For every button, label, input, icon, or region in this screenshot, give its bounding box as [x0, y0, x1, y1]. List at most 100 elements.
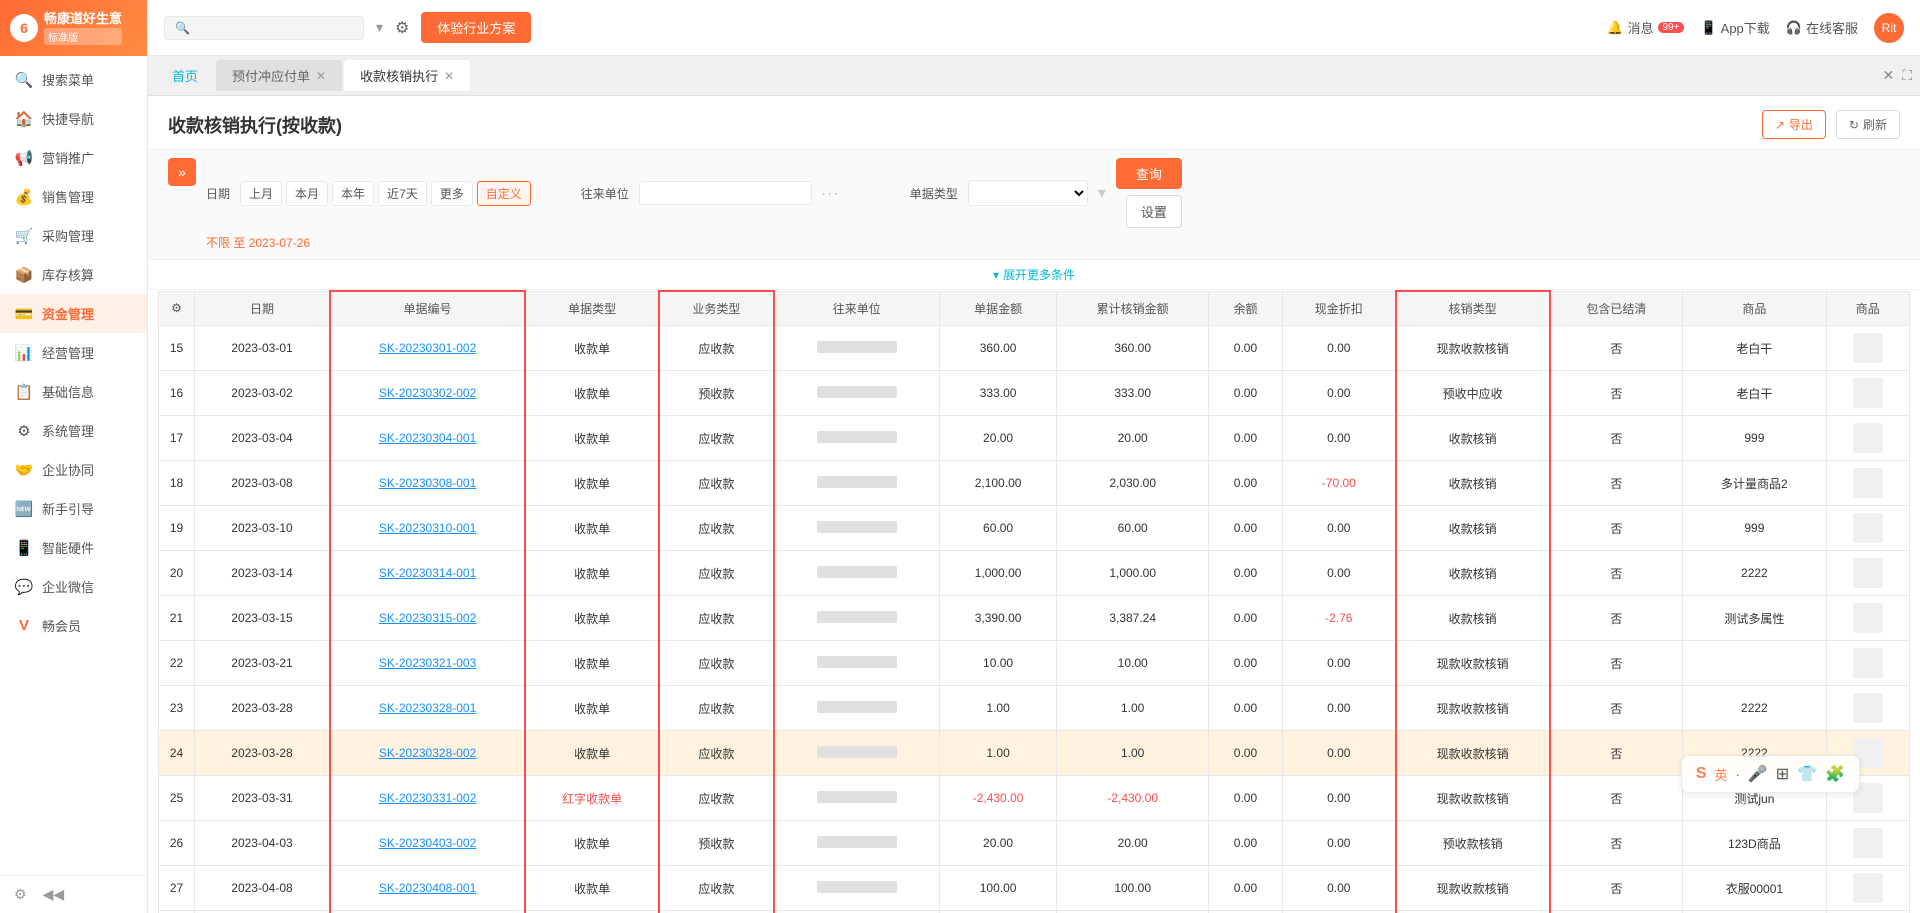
doc-no-link[interactable]: SK-20230328-002 — [379, 746, 476, 760]
topbar-right: 🔔 消息 99+ 📱 App下载 🎧 在线客服 Rit — [1607, 13, 1904, 43]
col-balance[interactable]: 余额 — [1209, 291, 1283, 326]
date-label: 日期 — [206, 185, 230, 202]
tab-collection-close-icon[interactable]: ✕ — [444, 69, 454, 83]
watermark-puzzle-icon[interactable]: 🧩 — [1825, 764, 1845, 784]
col-doc-no[interactable]: 单据编号 — [330, 291, 525, 326]
date-btn-custom[interactable]: 自定义 — [477, 181, 531, 206]
refresh-button[interactable]: ↻ 刷新 — [1836, 110, 1900, 139]
cell-biz-type: 应收款 — [659, 776, 773, 821]
cell-date: 2023-03-28 — [195, 686, 330, 731]
cell-product2 — [1826, 551, 1909, 596]
cell-doc-type: 红字收款单 — [525, 776, 659, 821]
filter-toggle-btn[interactable]: » — [168, 158, 196, 186]
col-biz-type[interactable]: 业务类型 — [659, 291, 773, 326]
bottom-settings-icon[interactable]: ⚙ — [14, 886, 27, 903]
doc-no-link[interactable]: SK-20230308-001 — [379, 476, 476, 490]
col-settings[interactable]: ⚙ — [159, 291, 195, 326]
cell-doc-no: SK-20230408-001 — [330, 866, 525, 911]
cell-include-settled: 否 — [1550, 866, 1683, 911]
sidebar-item-system[interactable]: ⚙ 系统管理 — [0, 411, 147, 450]
doc-no-link[interactable]: SK-20230310-001 — [379, 521, 476, 535]
cell-product: 999 — [1683, 416, 1826, 461]
cell-amount: 360.00 — [939, 326, 1056, 371]
sidebar-item-search[interactable]: 🔍 搜索菜单 — [0, 60, 147, 99]
counterpart-dots[interactable]: ··· — [822, 186, 840, 200]
sidebar-item-guide[interactable]: 🆕 新手引导 — [0, 489, 147, 528]
cell-counterpart — [774, 326, 940, 371]
notification-item[interactable]: 🔔 消息 99+ — [1607, 18, 1684, 37]
col-include-settled[interactable]: 包含已结清 — [1550, 291, 1683, 326]
col-date[interactable]: 日期 — [195, 291, 330, 326]
expand-more-btn[interactable]: ▾ 展开更多条件 — [993, 266, 1075, 283]
col-doc-type[interactable]: 单据类型 — [525, 291, 659, 326]
date-btn-7days[interactable]: 近7天 — [378, 181, 427, 206]
date-btn-last-month[interactable]: 上月 — [240, 181, 282, 206]
export-button[interactable]: ↗ 导出 — [1762, 110, 1826, 139]
doc-no-link[interactable]: SK-20230408-001 — [379, 881, 476, 895]
voucher-type-select[interactable] — [968, 180, 1088, 206]
tab-payment[interactable]: 预付冲应付单 ✕ — [216, 60, 342, 91]
sidebar-item-marketing[interactable]: 📢 营销推广 — [0, 138, 147, 177]
doc-no-link[interactable]: SK-20230331-002 — [379, 791, 476, 805]
col-cash-discount[interactable]: 现金折扣 — [1282, 291, 1396, 326]
topbar-search-input[interactable] — [196, 21, 336, 35]
cell-cash-discount: 0.00 — [1282, 551, 1396, 596]
doc-no-link[interactable]: SK-20230315-002 — [379, 611, 476, 625]
sidebar-item-sales[interactable]: 💰 销售管理 — [0, 177, 147, 216]
sidebar-item-hardware[interactable]: 📱 智能硬件 — [0, 528, 147, 567]
watermark-grid-icon[interactable]: ⊞ — [1776, 764, 1789, 784]
sidebar-item-inventory[interactable]: 📦 库存核算 — [0, 255, 147, 294]
sidebar-item-basic[interactable]: 📋 基础信息 — [0, 372, 147, 411]
sidebar-item-finance[interactable]: 💳 资金管理 — [0, 294, 147, 333]
query-button[interactable]: 查询 — [1116, 158, 1182, 189]
tab-home[interactable]: 首页 — [156, 60, 214, 91]
cell-date: 2023-03-08 — [195, 461, 330, 506]
home-icon: 🏠 — [14, 110, 34, 128]
doc-no-link[interactable]: SK-20230302-002 — [379, 386, 476, 400]
filter-date-btns: 上月 本月 本年 近7天 更多 自定义 — [240, 181, 531, 206]
bottom-collapse-icon[interactable]: ◀◀ — [43, 886, 65, 903]
watermark-mic-icon[interactable]: 🎤 — [1748, 764, 1768, 784]
watermark-shirt-icon[interactable]: 👕 — [1797, 764, 1817, 784]
col-total-offset[interactable]: 累计核销金额 — [1057, 291, 1209, 326]
col-amount[interactable]: 单据金额 — [939, 291, 1056, 326]
settings-button[interactable]: 设置 — [1126, 195, 1182, 228]
doc-no-link[interactable]: SK-20230314-001 — [379, 566, 476, 580]
sidebar-nav: 🔍 搜索菜单 🏠 快捷导航 📢 营销推广 💰 销售管理 🛒 采购管理 📦 库存核… — [0, 56, 147, 875]
sidebar-item-purchase[interactable]: 🛒 采购管理 — [0, 216, 147, 255]
sidebar-item-member[interactable]: V 畅会员 — [0, 606, 147, 645]
app-download-item[interactable]: 📱 App下载 — [1700, 18, 1769, 37]
doc-no-link[interactable]: SK-20230304-001 — [379, 431, 476, 445]
marketing-icon: 📢 — [14, 149, 34, 167]
headset-icon: 🎧 — [1786, 20, 1802, 36]
tab-close-all-icon[interactable]: ✕ — [1882, 67, 1894, 84]
cell-cash-discount: 0.00 — [1282, 641, 1396, 686]
date-btn-more[interactable]: 更多 — [431, 181, 473, 206]
doc-no-link[interactable]: SK-20230328-001 — [379, 701, 476, 715]
user-avatar[interactable]: Rit — [1874, 13, 1904, 43]
cell-counterpart — [774, 641, 940, 686]
col-product2[interactable]: 商品 — [1826, 291, 1909, 326]
col-product[interactable]: 商品 — [1683, 291, 1826, 326]
doc-no-link[interactable]: SK-20230403-002 — [379, 836, 476, 850]
col-offset-type[interactable]: 核销类型 — [1396, 291, 1550, 326]
sidebar-item-shortcut[interactable]: 🏠 快捷导航 — [0, 99, 147, 138]
sidebar-item-enterprise[interactable]: 🤝 企业协同 — [0, 450, 147, 489]
sidebar-item-operation[interactable]: 📊 经营管理 — [0, 333, 147, 372]
date-btn-this-year[interactable]: 本年 — [332, 181, 374, 206]
solution-button[interactable]: 体验行业方案 — [421, 12, 531, 43]
doc-no-link[interactable]: SK-20230321-003 — [379, 656, 476, 670]
sidebar-item-wechat[interactable]: 💬 企业微信 — [0, 567, 147, 606]
sidebar-item-label: 搜索菜单 — [42, 70, 94, 89]
finance-icon: 💳 — [14, 305, 34, 323]
counterpart-input[interactable] — [639, 181, 812, 205]
date-btn-this-month[interactable]: 本月 — [286, 181, 328, 206]
tab-collection[interactable]: 收款核销执行 ✕ — [344, 60, 470, 91]
online-service-item[interactable]: 🎧 在线客服 — [1786, 18, 1858, 37]
topbar-gear-icon[interactable]: ⚙ — [395, 18, 409, 38]
tab-maximize-icon[interactable]: ⛶ — [1902, 67, 1912, 84]
col-counterpart[interactable]: 往来单位 — [774, 291, 940, 326]
tab-payment-close-icon[interactable]: ✕ — [316, 69, 326, 83]
topbar-chevron-icon[interactable]: ▾ — [376, 19, 383, 36]
doc-no-link[interactable]: SK-20230301-002 — [379, 341, 476, 355]
